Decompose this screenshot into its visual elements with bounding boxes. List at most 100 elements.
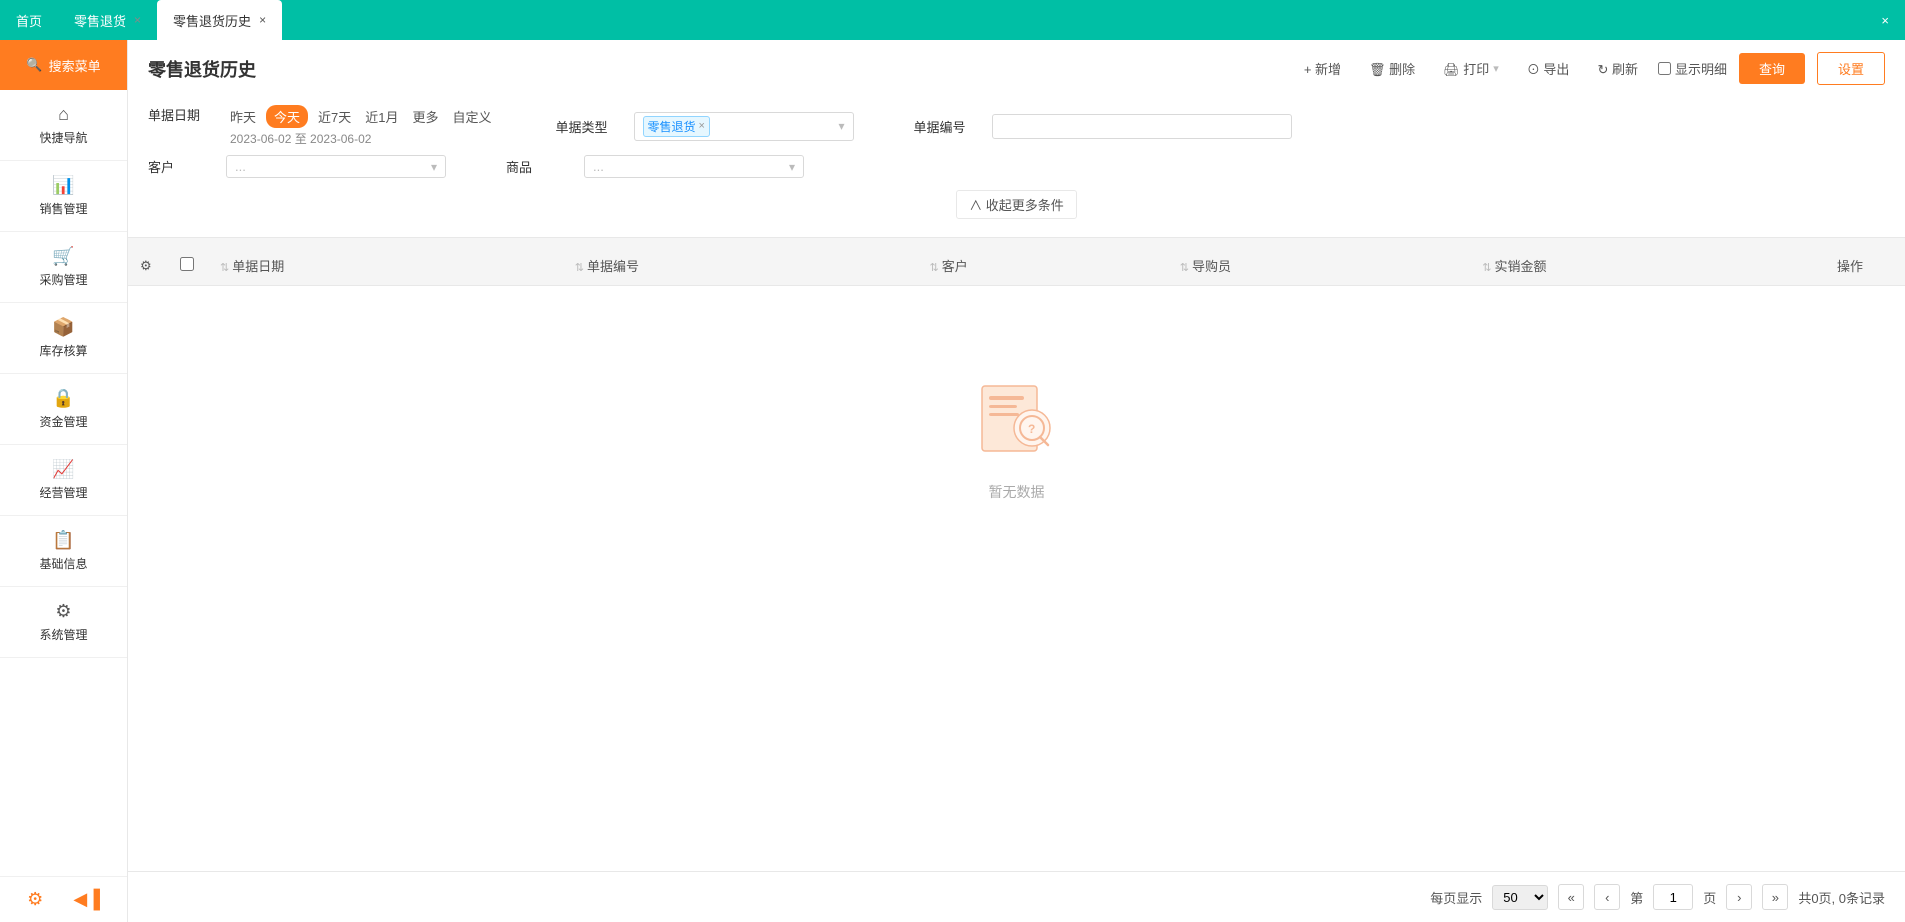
th-guide[interactable]: ⇅ 导购员 <box>1168 246 1471 286</box>
print-dropdown-icon: ▾ <box>1493 62 1499 75</box>
sidebar-item-basic-info[interactable]: 📋 基础信息 <box>0 516 127 587</box>
sidebar-item-label: 资金管理 <box>39 413 87 430</box>
sidebar-search[interactable]: 🔍 搜索菜单 <box>0 40 127 90</box>
tab-return-close[interactable]: × <box>134 13 141 27</box>
empty-illustration: ? <box>967 366 1067 466</box>
pagination-bar: 每页显示 50 10 20 100 « ‹ 第 页 › » 共0页, 0条记录 <box>128 871 1905 922</box>
delete-button[interactable]: 🗑 删除 <box>1361 55 1423 82</box>
page-label: 第 <box>1630 888 1643 907</box>
table-header: ⚙ ⇅ 单据日期 ⇅ 单据编号 <box>128 246 1905 286</box>
refresh-label: ↻ 刷新 <box>1597 59 1638 78</box>
th-checkbox[interactable] <box>168 246 208 286</box>
add-label: + 新增 <box>1304 59 1341 78</box>
tab-home-label: 首页 <box>16 11 42 30</box>
query-button[interactable]: 查询 <box>1739 53 1805 84</box>
sidebar-item-inventory[interactable]: 📦 库存核算 <box>0 303 127 374</box>
th-amount-label: 实销金额 <box>1495 259 1547 274</box>
th-date-label: 单据日期 <box>232 259 284 274</box>
date-range-display: 2023-06-02 至 2023-06-02 <box>230 130 496 147</box>
date-opt-today[interactable]: 今天 <box>266 105 308 128</box>
tab-return-history-close[interactable]: × <box>259 13 266 27</box>
th-number[interactable]: ⇅ 单据编号 <box>563 246 918 286</box>
sort-icon: ⇅ <box>1180 262 1192 274</box>
th-customer-label: 客户 <box>942 259 968 274</box>
th-date[interactable]: ⇅ 单据日期 <box>208 246 563 286</box>
page-header-top: 零售退货历史 + 新增 🗑 删除 🖨 打印 ▾ ⊙ 导出 <box>148 52 1885 95</box>
per-page-select[interactable]: 50 10 20 100 <box>1492 885 1548 910</box>
type-tag-close[interactable]: × <box>699 120 705 132</box>
th-customer[interactable]: ⇅ 客户 <box>917 246 1167 286</box>
type-tag-item: 零售退货 × <box>643 116 710 137</box>
th-actions-label: 操作 <box>1837 259 1863 274</box>
sidebar: 🔍 搜索菜单 ⌂ 快捷导航 📊 销售管理 🛒 采购管理 📦 库存核算 🔒 资金管… <box>0 40 128 922</box>
show-detail-checkbox[interactable]: 显示明细 <box>1658 59 1727 78</box>
inventory-icon: 📦 <box>52 317 74 338</box>
sidebar-item-quick-nav[interactable]: ⌂ 快捷导航 <box>0 90 127 161</box>
top-bar: 首页 零售退货 × 零售退货历史 × × <box>0 0 1905 40</box>
empty-text: 暂无数据 <box>989 482 1045 502</box>
delete-label: 🗑 删除 <box>1369 59 1415 78</box>
date-opt-yesterday[interactable]: 昨天 <box>226 105 260 128</box>
customer-filter-select[interactable]: ... ▾ <box>226 155 446 178</box>
goods-dropdown-arrow: ▾ <box>789 160 795 174</box>
th-settings[interactable]: ⚙ <box>128 246 168 286</box>
goods-filter-select[interactable]: ... ▾ <box>584 155 804 178</box>
date-opt-7days[interactable]: 近7天 <box>314 105 355 128</box>
tab-home[interactable]: 首页 <box>0 0 58 40</box>
export-button[interactable]: ⊙ 导出 <box>1519 55 1578 82</box>
select-all-checkbox[interactable] <box>180 257 194 271</box>
add-button[interactable]: + 新增 <box>1296 55 1349 82</box>
print-label: 🖨 打印 <box>1443 59 1489 78</box>
sidebar-item-finance[interactable]: 🔒 资金管理 <box>0 374 127 445</box>
print-button[interactable]: 🖨 打印 ▾ <box>1435 55 1507 82</box>
show-detail-label: 显示明细 <box>1675 59 1727 78</box>
audio-bottom-icon[interactable]: ◀▐ <box>73 889 100 910</box>
sidebar-item-label: 库存核算 <box>39 342 87 359</box>
main-layout: 🔍 搜索菜单 ⌂ 快捷导航 📊 销售管理 🛒 采购管理 📦 库存核算 🔒 资金管… <box>0 40 1905 922</box>
goods-placeholder: ... <box>593 159 604 174</box>
page-input[interactable] <box>1653 884 1693 910</box>
th-amount[interactable]: ⇅ 实销金额 <box>1470 246 1825 286</box>
svg-text:?: ? <box>1028 422 1035 436</box>
settings-bottom-icon[interactable]: ⚙ <box>27 889 43 910</box>
settings-button[interactable]: 设置 <box>1817 52 1885 85</box>
tab-return[interactable]: 零售退货 × <box>58 0 157 40</box>
sort-icon: ⇅ <box>220 262 232 274</box>
search-icon: 🔍 <box>26 57 42 73</box>
sidebar-item-label: 基础信息 <box>39 555 87 572</box>
sidebar-item-label: 采购管理 <box>39 271 87 288</box>
refresh-button[interactable]: ↻ 刷新 <box>1589 55 1646 82</box>
prev-page-button[interactable]: ‹ <box>1594 884 1620 910</box>
number-filter-input[interactable] <box>992 114 1292 139</box>
tab-return-history[interactable]: 零售退货历史 × <box>157 0 282 40</box>
page-header: 零售退货历史 + 新增 🗑 删除 🖨 打印 ▾ ⊙ 导出 <box>128 40 1905 238</box>
collapse-label: ∧ 收起更多条件 <box>969 195 1064 214</box>
date-opt-1month[interactable]: 近1月 <box>361 105 402 128</box>
date-opt-custom[interactable]: 自定义 <box>449 105 496 128</box>
type-filter-select[interactable]: 零售退货 × ▾ <box>634 112 854 141</box>
filter-area: 单据日期 昨天 今天 近7天 近1月 更多 自定义 2023-06-02 至 2… <box>148 95 1885 237</box>
sidebar-item-operations[interactable]: 📈 经营管理 <box>0 445 127 516</box>
sidebar-search-label: 搜索菜单 <box>49 56 101 75</box>
page-title: 零售退货历史 <box>148 56 256 82</box>
type-dropdown-arrow: ▾ <box>839 119 845 133</box>
type-filter-label: 单据类型 <box>556 117 626 136</box>
sidebar-item-system[interactable]: ⚙ 系统管理 <box>0 587 127 658</box>
sidebar-item-purchase-mgmt[interactable]: 🛒 采购管理 <box>0 232 127 303</box>
content-area: 零售退货历史 + 新增 🗑 删除 🖨 打印 ▾ ⊙ 导出 <box>128 40 1905 922</box>
quick-nav-icon: ⌂ <box>58 104 69 125</box>
show-detail-input[interactable] <box>1658 62 1671 75</box>
date-opt-more[interactable]: 更多 <box>409 105 443 128</box>
tab-return-label: 零售退货 <box>74 11 126 30</box>
sidebar-item-sales-mgmt[interactable]: 📊 销售管理 <box>0 161 127 232</box>
first-page-button[interactable]: « <box>1558 884 1584 910</box>
next-page-button[interactable]: › <box>1726 884 1752 910</box>
collapse-button[interactable]: ∧ 收起更多条件 <box>956 190 1077 219</box>
system-icon: ⚙ <box>55 601 71 622</box>
empty-state-cell: ? 暂无数据 <box>128 286 1905 583</box>
export-label: ⊙ 导出 <box>1527 59 1570 78</box>
tab-return-history-label: 零售退货历史 <box>173 11 251 30</box>
sort-icon: ⇅ <box>929 262 941 274</box>
last-page-button[interactable]: » <box>1762 884 1788 910</box>
window-close[interactable]: × <box>1881 13 1905 28</box>
